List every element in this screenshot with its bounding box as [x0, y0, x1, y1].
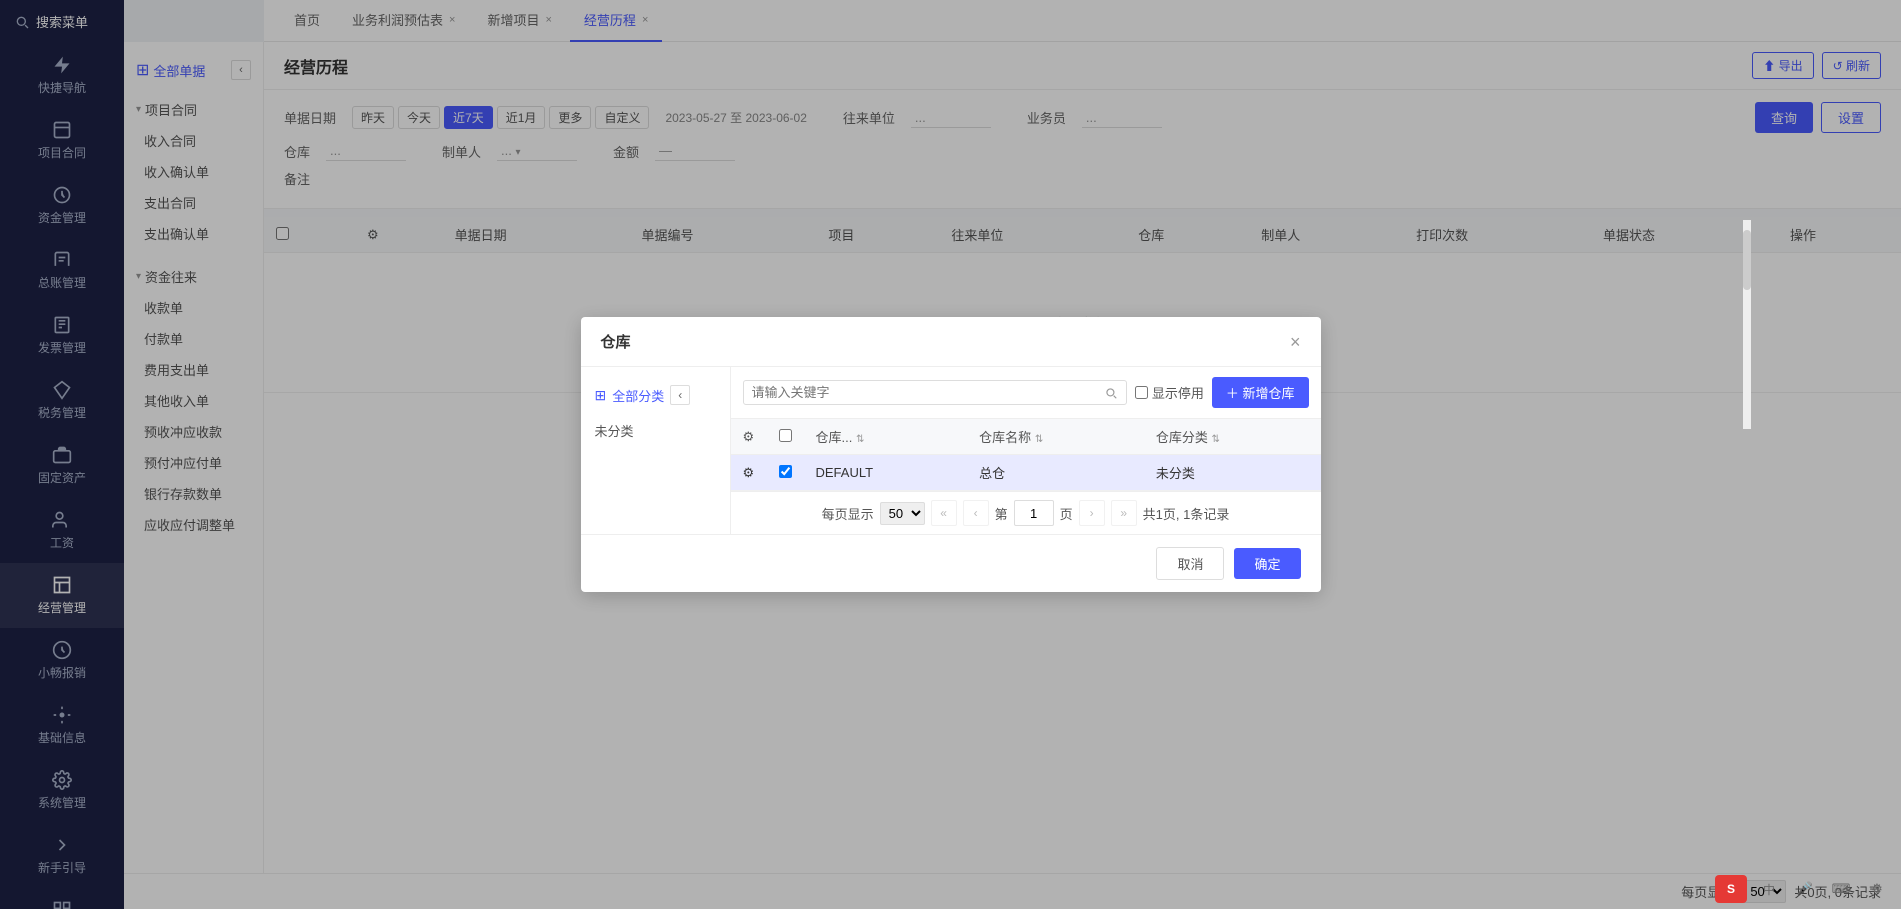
wh-row-code: DEFAULT [804, 455, 968, 491]
wh-col-check [767, 419, 804, 455]
wh-select-all[interactable] [779, 429, 792, 442]
show-disabled-checkbox[interactable] [1135, 386, 1148, 399]
warehouse-search-wrap [743, 380, 1127, 405]
wh-row-checkbox[interactable] [779, 465, 792, 478]
china-icon: 中 [1755, 875, 1783, 903]
category-collapse-btn[interactable]: ‹ [670, 385, 690, 405]
modal-cancel-button[interactable]: 取消 [1156, 547, 1224, 580]
warehouse-search-input[interactable] [752, 385, 1100, 400]
add-warehouse-button[interactable]: ＋ 新增仓库 [1212, 377, 1309, 408]
wh-page-suffix: 页 [1060, 504, 1073, 523]
warehouse-modal: 仓库 × ⊞ 全部分类 ‹ 未分类 [581, 317, 1321, 592]
wh-col-code: 仓库... ⇅ [804, 419, 968, 455]
category-uncategorized[interactable]: 未分类 [581, 413, 730, 448]
modal-header: 仓库 × [581, 317, 1321, 367]
wh-col-settings: ⚙ [731, 419, 767, 455]
modal-footer: 取消 确定 [581, 534, 1321, 592]
category-all[interactable]: ⊞ 全部分类 ‹ [581, 377, 730, 413]
search-icon [1104, 386, 1118, 400]
wh-total-info: 共1页, 1条记录 [1143, 504, 1230, 523]
warehouse-panel: 显示停用 ＋ 新增仓库 ⚙ 仓库... ⇅ [731, 367, 1321, 534]
settings-tray-icon[interactable]: ⚙ [1863, 875, 1891, 903]
wh-col-name: 仓库名称 ⇅ [967, 419, 1144, 455]
wh-prev-page-btn[interactable]: ‹ [963, 500, 989, 526]
warehouse-toolbar: 显示停用 ＋ 新增仓库 [731, 367, 1321, 419]
wh-row-settings: ⚙ [731, 455, 767, 491]
wh-page-input[interactable] [1014, 500, 1054, 526]
wh-next-page-btn[interactable]: › [1079, 500, 1105, 526]
wh-first-page-btn[interactable]: « [931, 500, 957, 526]
modal-body: ⊞ 全部分类 ‹ 未分类 [581, 367, 1321, 534]
table-row[interactable]: ⚙ DEFAULT 总仓 未分类 [731, 455, 1321, 491]
modal-confirm-button[interactable]: 确定 [1234, 548, 1300, 579]
show-disabled-label[interactable]: 显示停用 [1135, 383, 1204, 402]
wh-row-category: 未分类 [1144, 455, 1321, 491]
modal-close-button[interactable]: × [1290, 333, 1301, 351]
wh-last-page-btn[interactable]: » [1111, 500, 1137, 526]
wh-page-label: 第 [995, 504, 1008, 523]
logo-icon: S [1715, 875, 1747, 903]
warehouse-table: ⚙ 仓库... ⇅ 仓库名称 ⇅ [731, 419, 1321, 491]
wh-row-check[interactable] [767, 455, 804, 491]
wh-per-page-select[interactable]: 50 [880, 502, 925, 525]
wh-pagination: 每页显示 50 « ‹ 第 页 › » 共1页, 1条记录 [731, 491, 1321, 534]
bottom-right-icons: S 中 🎤 ⌨ ⚙ [1715, 875, 1891, 903]
wh-per-page-label: 每页显示 [822, 504, 874, 523]
category-all-label: 全部分类 [612, 386, 664, 405]
wh-col-category: 仓库分类 ⇅ [1144, 419, 1321, 455]
keyboard-icon[interactable]: ⌨ [1827, 875, 1855, 903]
wh-row-name: 总仓 [967, 455, 1144, 491]
category-panel: ⊞ 全部分类 ‹ 未分类 [581, 367, 731, 534]
modal-title: 仓库 [601, 331, 631, 352]
mic-icon[interactable]: 🎤 [1791, 875, 1819, 903]
modal-overlay: 仓库 × ⊞ 全部分类 ‹ 未分类 [0, 0, 1901, 909]
